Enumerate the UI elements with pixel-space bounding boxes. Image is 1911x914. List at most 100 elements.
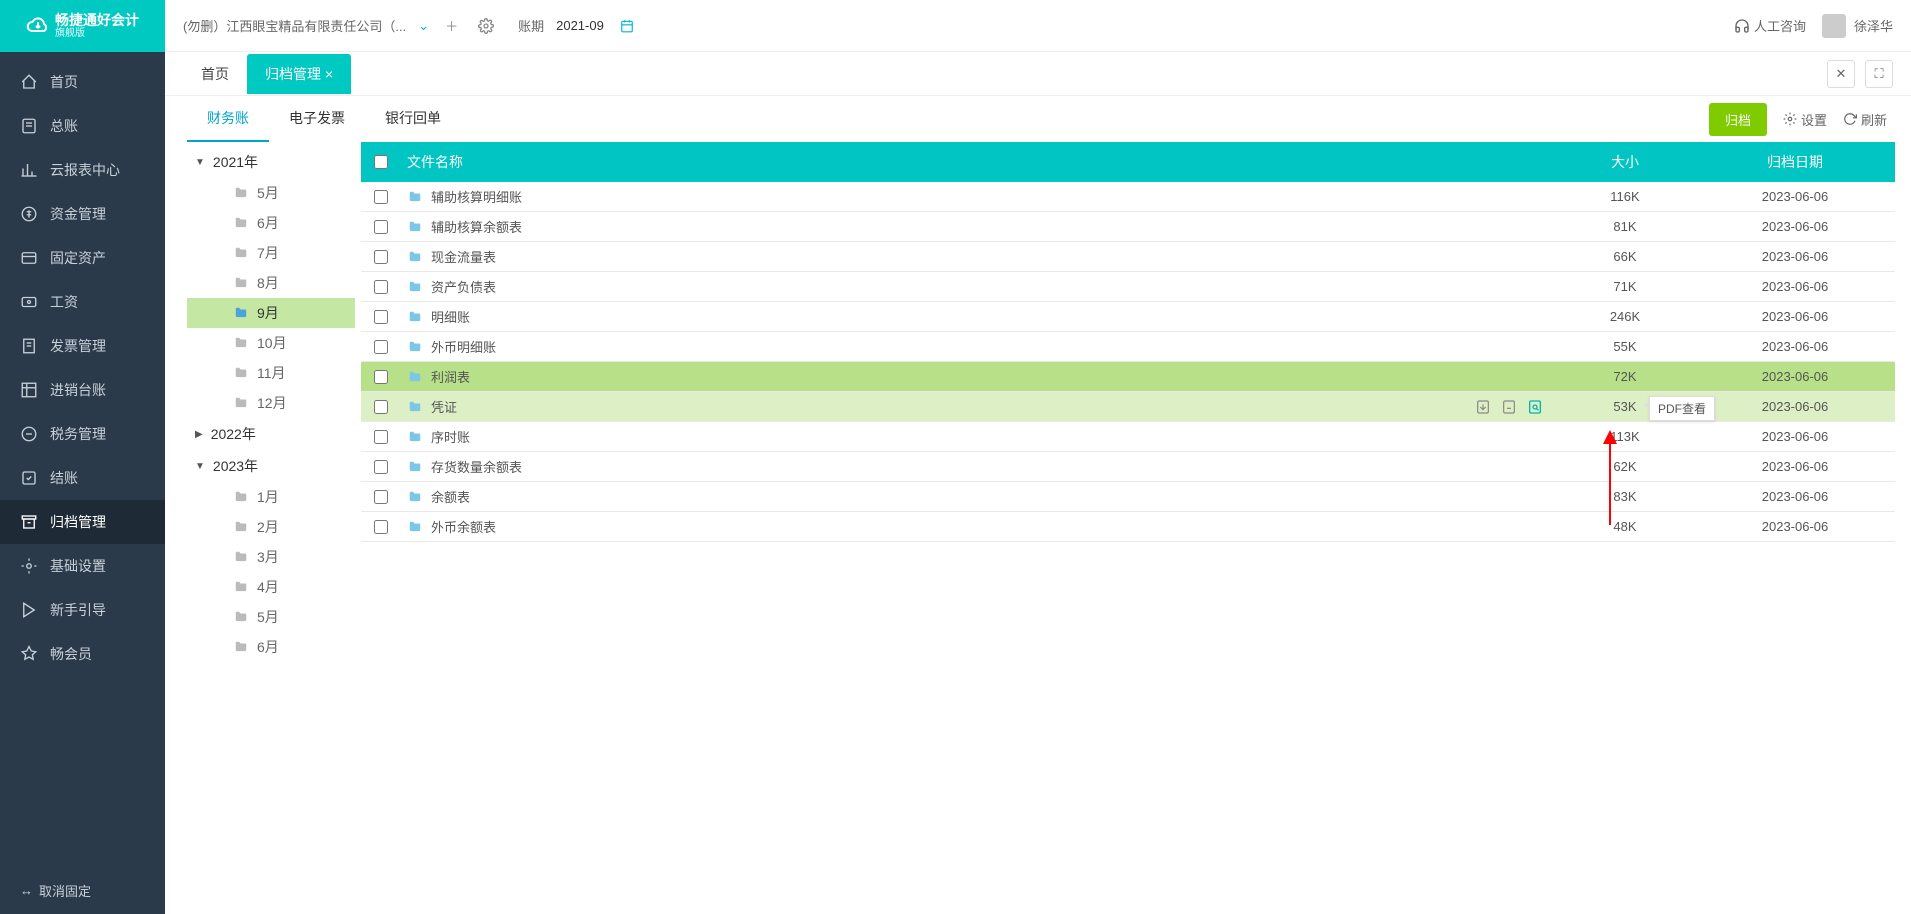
company-selector[interactable]: (勿删）江西眼宝精品有限责任公司（...	[183, 16, 406, 35]
guide-icon	[20, 601, 38, 619]
close-period-icon	[20, 469, 38, 487]
archive-button[interactable]: 归档	[1709, 103, 1767, 136]
tree-month[interactable]: 12月	[187, 388, 355, 418]
pdf-view-icon[interactable]	[1527, 399, 1543, 415]
user-menu[interactable]: 徐泽华	[1822, 14, 1893, 38]
tab[interactable]: 首页	[183, 54, 247, 94]
period-value[interactable]: 2021-09	[556, 18, 604, 33]
row-checkbox[interactable]	[374, 220, 388, 234]
row-checkbox[interactable]	[374, 250, 388, 264]
tree-month[interactable]: 4月	[187, 572, 355, 602]
table-row[interactable]: 余额表 83K 2023-06-06	[361, 482, 1895, 512]
close-tab-icon[interactable]: ✕	[1827, 60, 1855, 88]
sub-tab[interactable]: 银行回单	[365, 96, 461, 142]
nav-label: 资金管理	[50, 204, 106, 224]
folder-icon	[407, 280, 423, 294]
tree-month[interactable]: 9月	[187, 298, 355, 328]
row-checkbox[interactable]	[374, 460, 388, 474]
nav-item-money[interactable]: 资金管理	[0, 192, 165, 236]
tree-year[interactable]: ▼2023年	[187, 450, 355, 482]
tree-year[interactable]: ▼2021年	[187, 146, 355, 178]
row-checkbox[interactable]	[374, 340, 388, 354]
download-pdf-icon[interactable]	[1501, 399, 1517, 415]
tree-month[interactable]: 7月	[187, 238, 355, 268]
nav-item-invoice[interactable]: 发票管理	[0, 324, 165, 368]
month-label: 12月	[257, 393, 287, 413]
tab-label: 归档管理	[265, 66, 321, 82]
tree-month[interactable]: 10月	[187, 328, 355, 358]
cloud-icon	[26, 14, 50, 38]
year-label: 2023年	[213, 456, 258, 476]
table-row[interactable]: 现金流量表 66K 2023-06-06	[361, 242, 1895, 272]
nav-item-settings[interactable]: 基础设置	[0, 544, 165, 588]
table-row[interactable]: 辅助核算明细账 116K 2023-06-06	[361, 182, 1895, 212]
calendar-icon[interactable]	[616, 15, 638, 37]
unpin-button[interactable]: ↔ 取消固定	[0, 867, 165, 914]
month-label: 5月	[257, 183, 279, 203]
tree-month[interactable]: 8月	[187, 268, 355, 298]
sub-tab[interactable]: 电子发票	[269, 96, 365, 142]
settings-label: 设置	[1801, 110, 1827, 129]
tree-month[interactable]: 11月	[187, 358, 355, 388]
row-checkbox[interactable]	[374, 490, 388, 504]
tree-year[interactable]: ▶ 2022年	[187, 418, 355, 450]
nav-item-home[interactable]: 首页	[0, 60, 165, 104]
nav-item-chart[interactable]: 云报表中心	[0, 148, 165, 192]
caret-icon: ▶	[195, 429, 203, 440]
tree-month[interactable]: 3月	[187, 542, 355, 572]
table-row[interactable]: 凭证 PDF查看 53K 2023-06-06	[361, 392, 1895, 422]
row-checkbox[interactable]	[374, 430, 388, 444]
tree-month[interactable]: 6月	[187, 632, 355, 662]
select-all-checkbox[interactable]	[374, 155, 388, 169]
tab[interactable]: 归档管理×	[247, 54, 351, 94]
table-row[interactable]: 存货数量余额表 62K 2023-06-06	[361, 452, 1895, 482]
nav-item-vip[interactable]: 畅会员	[0, 632, 165, 676]
archive-icon	[20, 513, 38, 531]
nav-item-asset[interactable]: 固定资产	[0, 236, 165, 280]
row-checkbox[interactable]	[374, 400, 388, 414]
tree-month[interactable]: 1月	[187, 482, 355, 512]
nav-item-archive[interactable]: 归档管理	[0, 500, 165, 544]
table-row[interactable]: 利润表 72K 2023-06-06	[361, 362, 1895, 392]
nav-item-tax[interactable]: 税务管理	[0, 412, 165, 456]
table-row[interactable]: 外币明细账 55K 2023-06-06	[361, 332, 1895, 362]
chevron-down-icon[interactable]: ⌄	[418, 18, 429, 34]
folder-icon	[233, 186, 249, 200]
tree-month[interactable]: 5月	[187, 178, 355, 208]
row-checkbox[interactable]	[374, 310, 388, 324]
gear-icon[interactable]	[474, 14, 498, 38]
nav-label: 归档管理	[50, 512, 106, 532]
expand-icon[interactable]: ⛶	[1865, 60, 1893, 88]
nav-item-ledger[interactable]: 总账	[0, 104, 165, 148]
nav-item-salary[interactable]: 工资	[0, 280, 165, 324]
nav-item-inventory[interactable]: 进销台账	[0, 368, 165, 412]
archive-date: 2023-06-06	[1695, 279, 1895, 294]
settings-link[interactable]: 设置	[1783, 110, 1827, 129]
tree-month[interactable]: 6月	[187, 208, 355, 238]
tree-month[interactable]: 5月	[187, 602, 355, 632]
file-name: 明细账	[431, 307, 470, 326]
close-icon[interactable]: ×	[325, 66, 333, 82]
file-name: 凭证	[431, 397, 457, 416]
tree-month[interactable]: 2月	[187, 512, 355, 542]
row-checkbox[interactable]	[374, 280, 388, 294]
row-checkbox[interactable]	[374, 190, 388, 204]
table-row[interactable]: 辅助核算余额表 81K 2023-06-06	[361, 212, 1895, 242]
table-row[interactable]: 资产负债表 71K 2023-06-06	[361, 272, 1895, 302]
nav-item-guide[interactable]: 新手引导	[0, 588, 165, 632]
table-row[interactable]: 外币余额表 48K 2023-06-06	[361, 512, 1895, 542]
refresh-link[interactable]: 刷新	[1843, 110, 1887, 129]
row-checkbox[interactable]	[374, 520, 388, 534]
sub-tab[interactable]: 财务账	[187, 96, 269, 142]
support-link[interactable]: 人工咨询	[1734, 16, 1806, 35]
add-icon[interactable]: ＋	[441, 12, 462, 39]
folder-icon	[233, 336, 249, 350]
nav-item-close-period[interactable]: 结账	[0, 456, 165, 500]
row-checkbox[interactable]	[374, 370, 388, 384]
month-label: 8月	[257, 273, 279, 293]
download-xml-icon[interactable]	[1475, 399, 1491, 415]
table-row[interactable]: 明细账 246K 2023-06-06	[361, 302, 1895, 332]
invoice-icon	[20, 337, 38, 355]
table-row[interactable]: 序时账 113K 2023-06-06	[361, 422, 1895, 452]
year-label: 2022年	[211, 424, 256, 444]
